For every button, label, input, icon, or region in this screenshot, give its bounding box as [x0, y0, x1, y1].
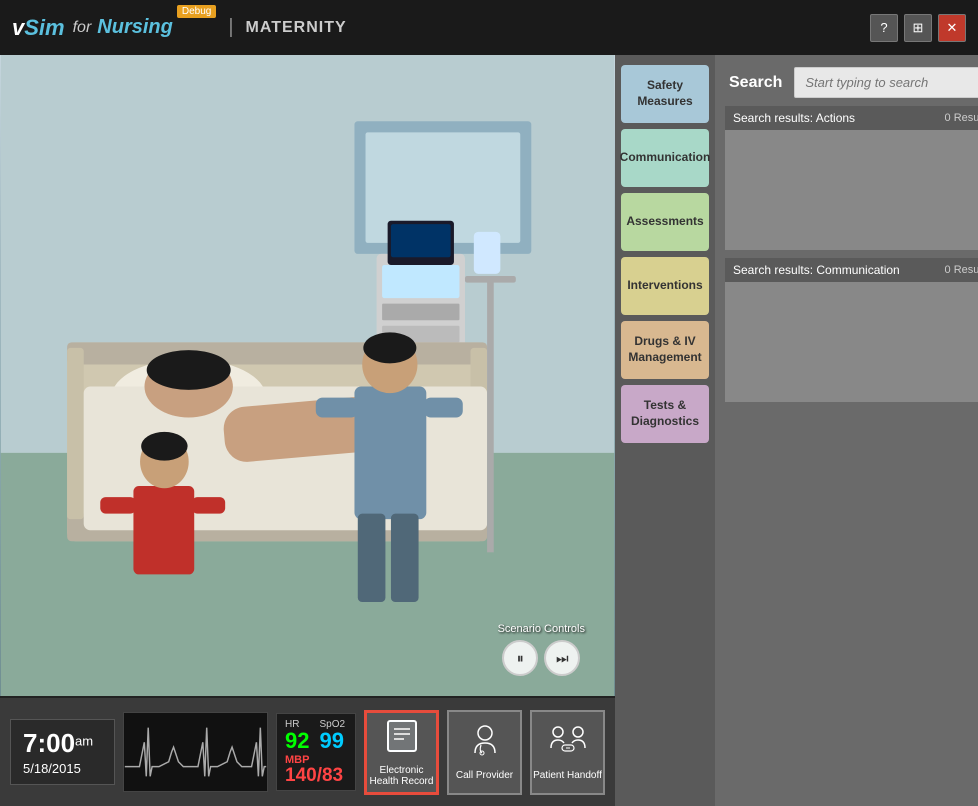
date-value: 5/18/2015 — [23, 761, 102, 776]
results-actions-count: 0 Results — [945, 112, 978, 124]
category-item-interventions[interactable]: Interventions — [621, 257, 709, 315]
search-panel: Search Search results: Actions 0 Results… — [715, 55, 978, 806]
control-buttons: ⏸ ⏭ — [498, 640, 585, 676]
titlebar-left: vSim for Nursing Debug | MATERNITY — [12, 15, 347, 41]
titlebar-buttons: ? ⊞ ✕ — [870, 14, 966, 42]
simulation-area: Scenario Controls ⏸ ⏭ 7:00am 5/18/2015 — [0, 55, 615, 806]
ehr-label: Electronic Health Record — [367, 765, 436, 787]
ehr-icon — [384, 718, 420, 761]
search-label: Search — [729, 74, 782, 92]
results-communication-count: 0 Results — [945, 264, 978, 276]
results-actions-header: Search results: Actions 0 Results — [725, 106, 978, 130]
category-item-assessments[interactable]: Assessments — [621, 193, 709, 251]
scenario-controls-label: Scenario Controls — [498, 623, 585, 635]
results-communication-header: Search results: Communication 0 Results — [725, 258, 978, 282]
time-value: 7:00 — [23, 728, 75, 758]
results-communication-label: Search results: Communication — [733, 263, 900, 277]
category-item-drugs[interactable]: Drugs & IV Management — [621, 321, 709, 379]
patient-handoff-icon — [546, 723, 590, 766]
vitals-display: HR 92 SpO2 99 MBP 140/83 — [276, 713, 356, 791]
search-results: Search results: Actions 0 Results Search… — [715, 106, 978, 806]
app-nursing-text: Nursing — [97, 16, 173, 39]
search-header: Search — [715, 55, 978, 106]
results-actions-body — [725, 130, 978, 250]
spo2-value: 99 — [319, 730, 345, 752]
title-divider: | — [228, 16, 233, 39]
category-item-tests[interactable]: Tests & Diagnostics — [621, 385, 709, 443]
category-item-safety[interactable]: Safety Measures — [621, 65, 709, 123]
results-actions-label: Search results: Actions — [733, 111, 855, 125]
main-content: Scenario Controls ⏸ ⏭ 7:00am 5/18/2015 — [0, 55, 978, 806]
app-maternity-text: MATERNITY — [246, 19, 347, 37]
call-provider-icon — [467, 723, 503, 766]
search-input[interactable] — [794, 67, 978, 98]
debug-badge: Debug — [177, 5, 216, 18]
hr-value: 92 — [285, 730, 309, 752]
pause-button[interactable]: ⏸ — [502, 640, 538, 676]
results-communication-body — [725, 282, 978, 402]
results-communication-section: Search results: Communication 0 Results — [725, 258, 978, 402]
ehr-button[interactable]: Electronic Health Record — [364, 710, 439, 795]
mbp-value: 140/83 — [285, 766, 347, 785]
app-logo: vSim — [12, 15, 65, 41]
fast-forward-button[interactable]: ⏭ — [544, 640, 580, 676]
call-provider-label: Call Provider — [456, 770, 513, 781]
results-actions-section: Search results: Actions 0 Results — [725, 106, 978, 250]
patient-handoff-button[interactable]: Patient Handoff — [530, 710, 605, 795]
close-button[interactable]: ✕ — [938, 14, 966, 42]
status-bar: 7:00am 5/18/2015 HR 92 S — [0, 696, 615, 806]
time-ampm: am — [75, 734, 93, 749]
right-panel: Safety Measures Communication Assessments I… — [615, 55, 978, 806]
time-display: 7:00am 5/18/2015 — [10, 719, 115, 785]
scenario-controls: Scenario Controls ⏸ ⏭ — [498, 623, 585, 676]
category-item-communication[interactable]: Communication — [621, 129, 709, 187]
grid-button[interactable]: ⊞ — [904, 14, 932, 42]
sim-viewport: Scenario Controls ⏸ ⏭ — [0, 55, 615, 696]
patient-handoff-label: Patient Handoff — [533, 770, 602, 781]
ecg-display — [123, 712, 268, 792]
call-provider-button[interactable]: Call Provider — [447, 710, 522, 795]
titlebar: vSim for Nursing Debug | MATERNITY ? ⊞ ✕ — [0, 0, 978, 55]
help-button[interactable]: ? — [870, 14, 898, 42]
app-for-text: for — [73, 19, 92, 37]
category-menu: Safety Measures Communication Assessments I… — [615, 55, 715, 806]
